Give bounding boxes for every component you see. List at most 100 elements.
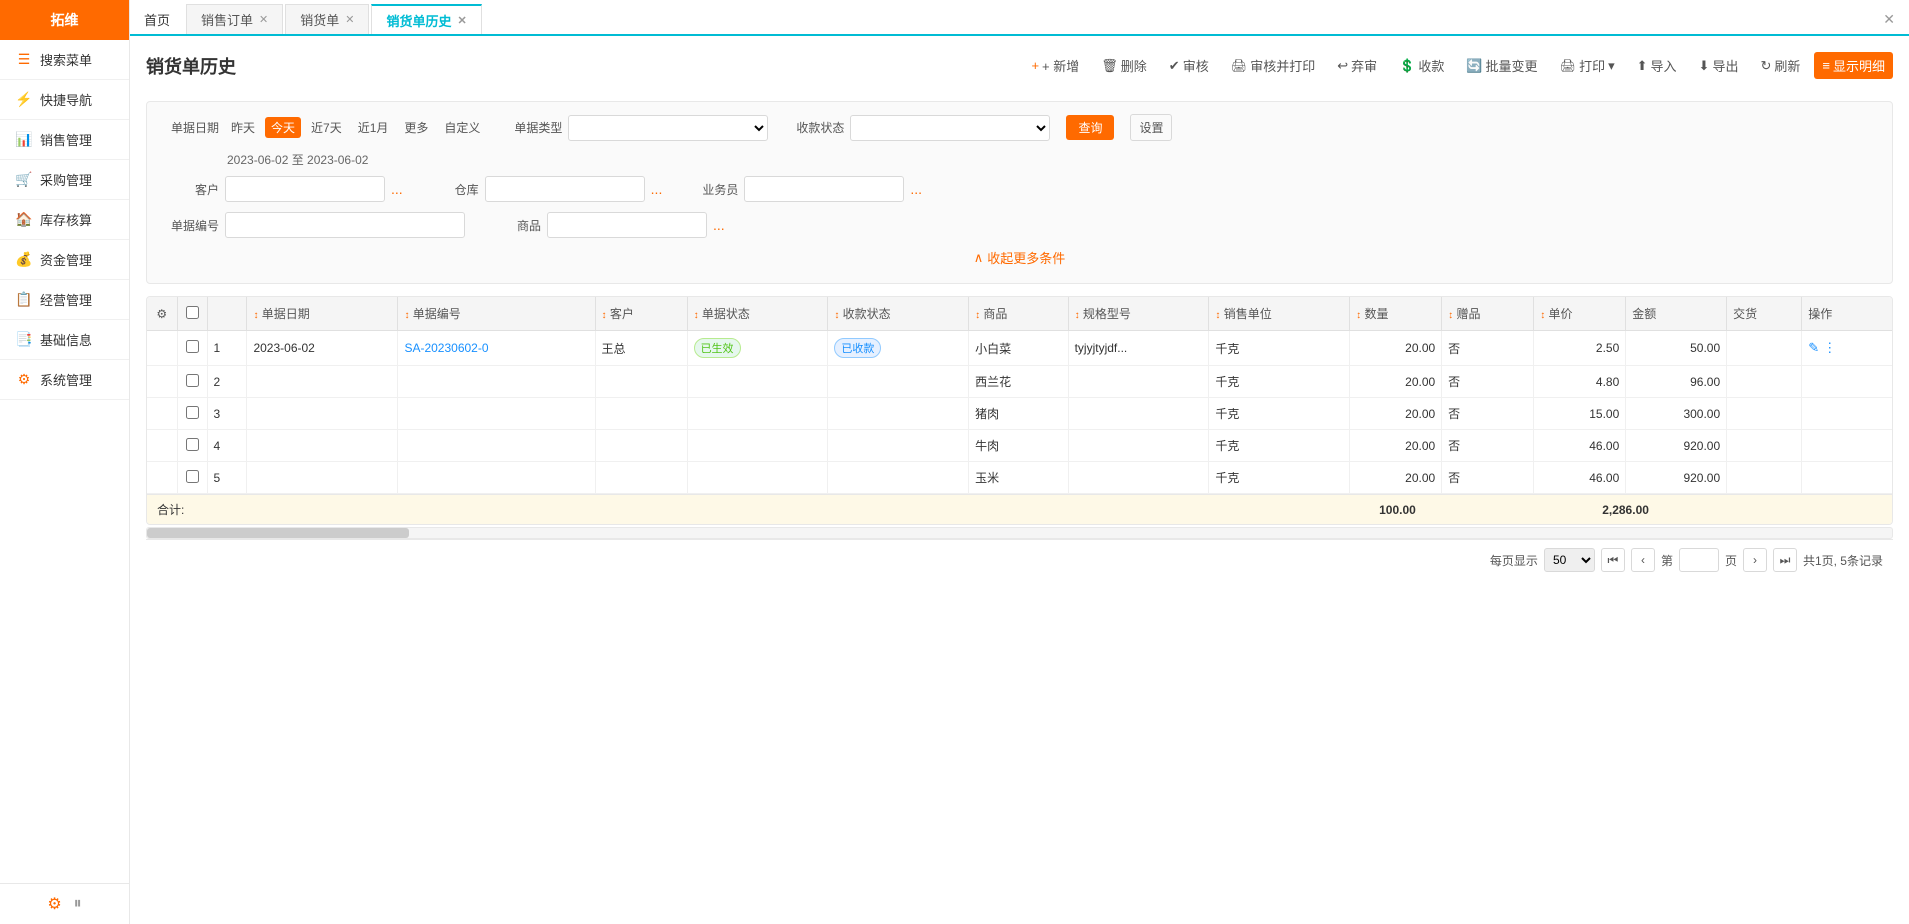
sidebar-item-basic-info[interactable]: 📑 基础信息 — [0, 320, 129, 360]
doc-number-input[interactable] — [225, 212, 465, 238]
page-number-input[interactable]: 1 — [1679, 548, 1719, 572]
footer-label: 合计: — [157, 501, 217, 518]
warehouse-picker-icon[interactable]: ... — [651, 181, 663, 197]
date-btn-more[interactable]: 更多 — [398, 117, 434, 138]
abandon-button[interactable]: ↩ 弃审 — [1329, 52, 1385, 79]
th-goods[interactable]: ↕ 商品 — [969, 297, 1069, 331]
collect-button[interactable]: 💲 收款 — [1391, 52, 1452, 79]
collapse-filter-button[interactable]: ∧ 收起更多条件 — [159, 248, 1880, 267]
td-qty: 20.00 — [1350, 462, 1442, 494]
salesman-picker-icon[interactable]: ... — [910, 181, 922, 197]
refresh-button[interactable]: ↻ 刷新 — [1752, 52, 1808, 79]
tab-close-sales-order[interactable]: ✕ — [259, 13, 268, 26]
td-doc-no: SA-20230602-0 — [398, 331, 595, 366]
basic-info-icon: 📑 — [16, 332, 32, 348]
td-checkbox[interactable] — [177, 366, 207, 398]
first-page-button[interactable]: ⏮ — [1601, 548, 1625, 572]
sidebar-item-purchase-mgmt[interactable]: 🛒 采购管理 — [0, 160, 129, 200]
delete-button[interactable]: 🗑 删除 — [1093, 52, 1155, 79]
row-checkbox[interactable] — [186, 340, 199, 353]
warehouse-input[interactable] — [485, 176, 645, 202]
th-settings[interactable]: ⚙ — [147, 297, 177, 331]
sidebar-settings-icon[interactable]: ⚙ — [47, 894, 61, 914]
import-button[interactable]: ⬆ 导入 — [1629, 52, 1685, 79]
row-checkbox[interactable] — [186, 374, 199, 387]
tab-close-sales-delivery[interactable]: ✕ — [345, 13, 354, 26]
td-amount: 50.00 — [1626, 331, 1727, 366]
new-button[interactable]: + + 新增 — [1023, 52, 1087, 79]
close-all-tabs[interactable]: ✕ — [1869, 5, 1909, 34]
td-unit-price: 2.50 — [1534, 331, 1626, 366]
payment-status-select[interactable] — [850, 115, 1050, 141]
tab-sales-order[interactable]: 销售订单 ✕ — [186, 4, 283, 34]
td-checkbox[interactable] — [177, 331, 207, 366]
export-button[interactable]: ⬇ 导出 — [1691, 52, 1747, 79]
td-unit: 千克 — [1209, 331, 1350, 366]
td-checkbox[interactable] — [177, 398, 207, 430]
query-button[interactable]: 查询 — [1066, 115, 1114, 140]
edit-icon[interactable]: ✎ — [1808, 340, 1819, 355]
customer-picker-icon[interactable]: ... — [391, 181, 403, 197]
sidebar-item-ops-mgmt[interactable]: 📋 经营管理 — [0, 280, 129, 320]
goods-input[interactable] — [547, 212, 707, 238]
tab-close-sales-history[interactable]: ✕ — [458, 14, 467, 27]
th-doc-no[interactable]: ↕ 单据编号 — [398, 297, 595, 331]
td-goods: 小白菜 — [969, 331, 1069, 366]
th-unit-price[interactable]: ↕ 单价 — [1534, 297, 1626, 331]
more-icon[interactable]: ⋮ — [1823, 340, 1836, 355]
tab-home[interactable]: 首页 — [130, 4, 184, 34]
row-checkbox[interactable] — [186, 406, 199, 419]
sidebar-item-quick-nav[interactable]: ⚡ 快捷导航 — [0, 80, 129, 120]
date-btn-1month[interactable]: 近1月 — [352, 117, 395, 138]
date-btn-custom[interactable]: 自定义 — [438, 117, 486, 138]
row-checkbox[interactable] — [186, 470, 199, 483]
th-gift[interactable]: ↕ 赠品 — [1442, 297, 1534, 331]
export-icon: ⬇ — [1699, 58, 1710, 74]
per-page-select[interactable]: 20 50 100 — [1544, 548, 1595, 572]
sidebar-item-finance-mgmt[interactable]: 💰 资金管理 — [0, 240, 129, 280]
sidebar-item-inventory[interactable]: 🏠 库存核算 — [0, 200, 129, 240]
tab-sales-delivery[interactable]: 销货单 ✕ — [285, 4, 369, 34]
date-btn-today[interactable]: 今天 — [265, 117, 301, 138]
date-btn-yesterday[interactable]: 昨天 — [225, 117, 261, 138]
th-qty[interactable]: ↕ 数量 — [1350, 297, 1442, 331]
audit-button[interactable]: ✔ 审核 — [1161, 52, 1217, 79]
sidebar-collapse-icon[interactable]: ⏸ — [74, 895, 82, 913]
sidebar-item-sales-mgmt[interactable]: 📊 销售管理 — [0, 120, 129, 160]
td-amount: 300.00 — [1626, 398, 1727, 430]
th-unit[interactable]: ↕ 销售单位 — [1209, 297, 1350, 331]
print-button[interactable]: 🖨 打印 ▾ — [1552, 52, 1623, 79]
doc-type-select[interactable] — [568, 115, 768, 141]
tab-sales-history[interactable]: 销货单历史 ✕ — [371, 4, 481, 34]
sidebar-item-search-menu[interactable]: ☰ 搜索菜单 — [0, 40, 129, 80]
prev-page-button[interactable]: ‹ — [1631, 548, 1655, 572]
th-pay-status[interactable]: ↕ 收款状态 — [828, 297, 969, 331]
settings-button[interactable]: 设置 — [1130, 114, 1172, 141]
td-doc-no — [398, 398, 595, 430]
select-all-checkbox[interactable] — [186, 306, 199, 319]
td-pay-status — [828, 462, 969, 494]
th-customer[interactable]: ↕ 客户 — [595, 297, 687, 331]
th-amount: 金额 — [1626, 297, 1727, 331]
customer-input[interactable] — [225, 176, 385, 202]
th-checkbox[interactable] — [177, 297, 207, 331]
salesman-input[interactable] — [744, 176, 904, 202]
td-checkbox[interactable] — [177, 462, 207, 494]
th-doc-date[interactable]: ↕ 单据日期 — [247, 297, 398, 331]
td-doc-no — [398, 366, 595, 398]
td-spec — [1068, 462, 1209, 494]
audit-print-button[interactable]: 🖨 审核并打印 — [1223, 52, 1324, 79]
sidebar-item-sys-mgmt[interactable]: ⚙ 系统管理 — [0, 360, 129, 400]
payment-status-label: 收款状态 — [784, 119, 844, 136]
show-detail-button[interactable]: ≡ 显示明细 — [1814, 52, 1893, 79]
batch-change-button[interactable]: 🔄 批量变更 — [1458, 52, 1545, 79]
td-checkbox[interactable] — [177, 430, 207, 462]
th-doc-status[interactable]: ↕ 单据状态 — [687, 297, 828, 331]
goods-picker-icon[interactable]: ... — [713, 217, 725, 233]
last-page-button[interactable]: ⏭ — [1773, 548, 1797, 572]
date-btn-7days[interactable]: 近7天 — [305, 117, 348, 138]
th-spec[interactable]: ↕ 规格型号 — [1068, 297, 1209, 331]
next-page-button[interactable]: › — [1743, 548, 1767, 572]
filter-goods: 商品 ... — [481, 212, 725, 238]
row-checkbox[interactable] — [186, 438, 199, 451]
